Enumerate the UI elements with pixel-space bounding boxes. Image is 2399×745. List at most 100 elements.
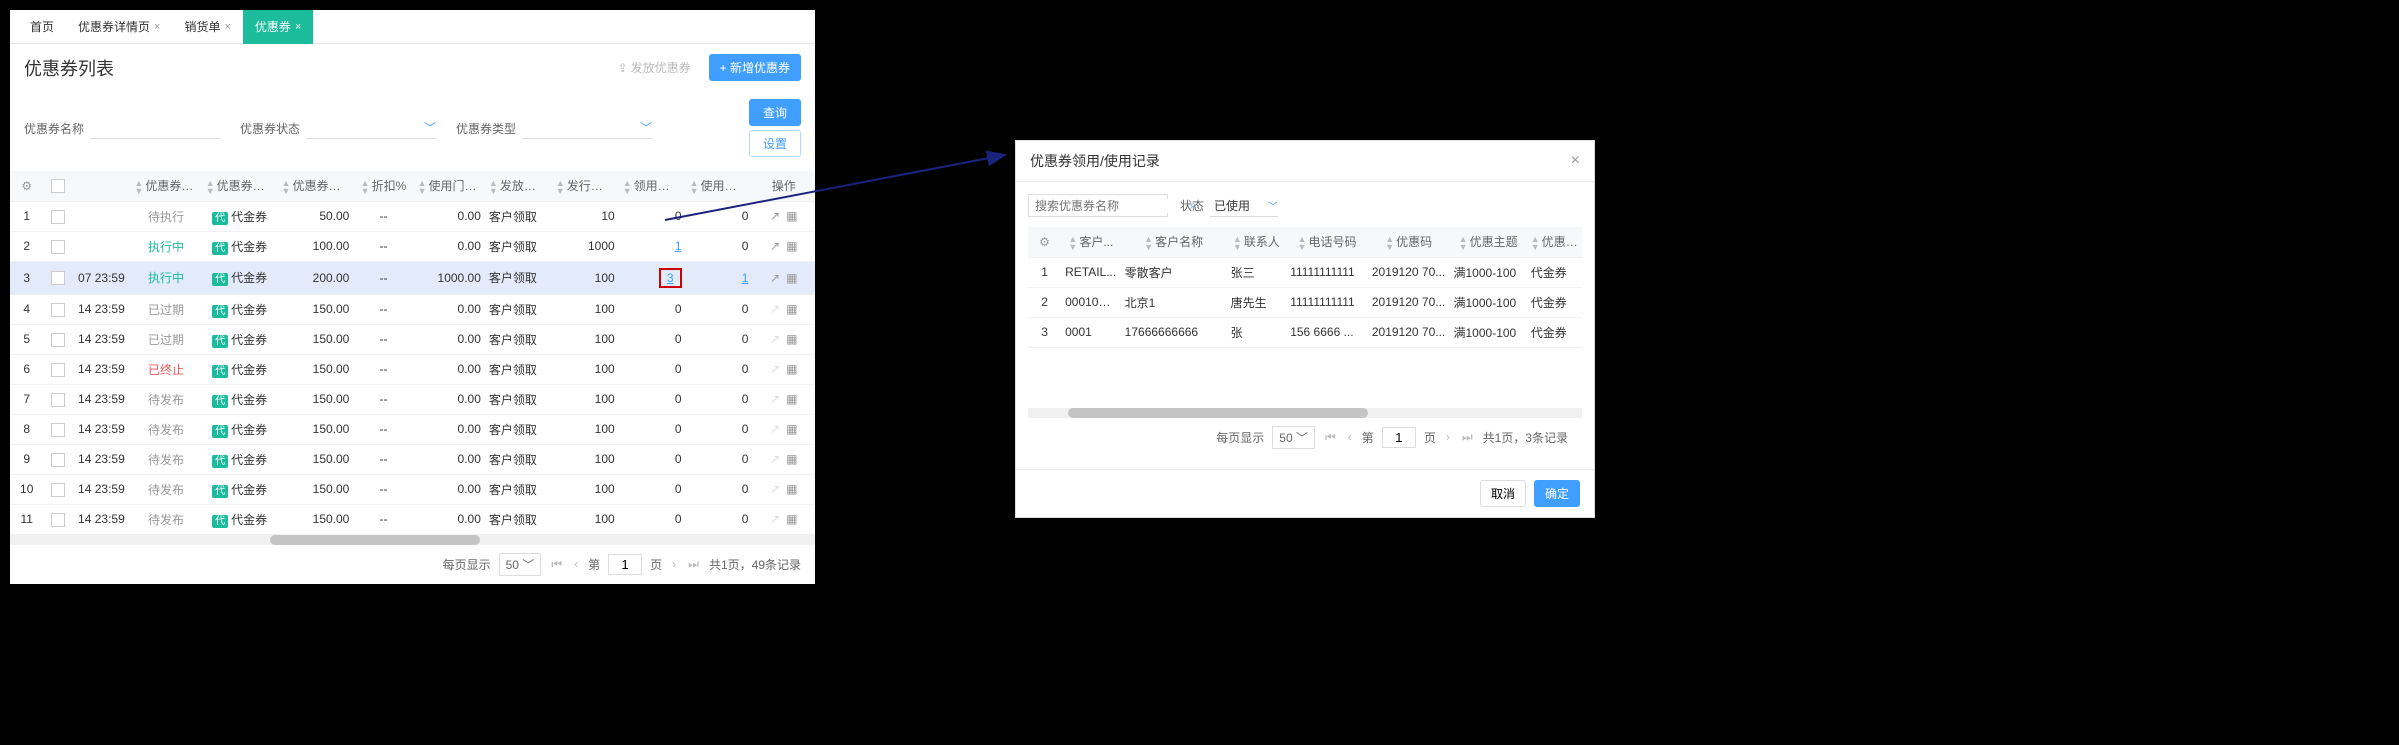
table-row[interactable]: 200010001北京1唐先生111111111112019120 70...满… <box>1028 287 1582 317</box>
dcol-5[interactable]: ▲▼优惠码 <box>1368 227 1450 257</box>
dcol-3[interactable]: ▲▼联系人 <box>1227 227 1287 257</box>
qrcode-icon[interactable]: ▦ <box>786 239 797 253</box>
table-row[interactable]: 714 23:59待发布代代金券150.00--0.00客户领取10000↗▦ <box>10 384 815 414</box>
close-icon[interactable]: × <box>1571 152 1580 170</box>
qrcode-icon[interactable]: ▦ <box>786 362 797 376</box>
distribute-coupon-button[interactable]: ⇪ 发放优惠券 <box>608 55 701 80</box>
close-icon[interactable]: × <box>224 21 230 33</box>
dcol-7[interactable]: ▲▼优惠券类 <box>1527 227 1582 257</box>
dialog-horizontal-scrollbar[interactable] <box>1028 408 1582 418</box>
per-page-select[interactable]: 50 ﹀ <box>499 553 542 576</box>
table-row[interactable]: 514 23:59已过期代代金券150.00--0.00客户领取10000↗▦ <box>10 324 815 354</box>
col-9[interactable]: ▲▼发行数量 <box>552 171 619 201</box>
table-row[interactable]: 1114 23:59待发布代代金券150.00--0.00客户领取10000↗▦ <box>10 504 815 534</box>
qrcode-icon[interactable]: ▦ <box>786 302 797 316</box>
row-checkbox[interactable] <box>51 363 65 377</box>
qrcode-icon[interactable]: ▦ <box>786 209 797 223</box>
close-icon[interactable]: × <box>154 21 160 33</box>
dialog-search-box[interactable]: ⌕ <box>1028 194 1168 217</box>
qrcode-icon[interactable]: ▦ <box>786 512 797 526</box>
tab-首页[interactable]: 首页 <box>18 10 66 44</box>
page-label-suf: 页 <box>1424 429 1436 446</box>
filter-type-select[interactable]: ﹀ <box>522 117 652 139</box>
row-checkbox[interactable] <box>51 240 65 254</box>
col-7[interactable]: ▲▼使用门槛... <box>414 171 485 201</box>
filter-name-input[interactable] <box>90 117 220 139</box>
dcol-4[interactable]: ▲▼电话号码 <box>1286 227 1368 257</box>
page-first-button[interactable]: ⏮ <box>549 557 564 572</box>
checkbox-column[interactable] <box>43 171 72 201</box>
dcol-2[interactable]: ▲▼客户名称 <box>1121 227 1227 257</box>
col-4[interactable]: ▲▼优惠券类型 <box>202 171 278 201</box>
page-first-button[interactable]: ⏮ <box>1323 430 1338 445</box>
table-row[interactable]: 1RETAIL...零散客户张三111111111112019120 70...… <box>1028 257 1582 287</box>
qrcode-icon[interactable]: ▦ <box>786 271 797 285</box>
qrcode-icon[interactable]: ▦ <box>786 392 797 406</box>
dcol-6[interactable]: ▲▼优惠主题 <box>1450 227 1527 257</box>
state-select[interactable]: 已使用 <box>1210 195 1278 217</box>
use-link[interactable]: 1 <box>742 271 749 285</box>
row-checkbox[interactable] <box>51 271 65 285</box>
open-icon[interactable]: ↗ <box>770 209 780 223</box>
row-checkbox[interactable] <box>51 423 65 437</box>
col-8[interactable]: ▲▼发放方式 <box>485 171 552 201</box>
tab-销货单[interactable]: 销货单× <box>172 10 242 44</box>
table-row[interactable]: 2执行中代代金券100.00--0.00客户领取100010↗▦ <box>10 231 815 261</box>
row-checkbox[interactable] <box>51 303 65 317</box>
row-checkbox[interactable] <box>51 210 65 224</box>
open-icon[interactable]: ↗ <box>770 239 780 253</box>
table-row[interactable]: 414 23:59已过期代代金券150.00--0.00客户领取10000↗▦ <box>10 294 815 324</box>
qrcode-icon[interactable]: ▦ <box>786 422 797 436</box>
tab-优惠券[interactable]: 优惠券× <box>243 10 313 44</box>
search-button[interactable]: 查询 <box>749 99 801 126</box>
page-input[interactable] <box>1382 427 1416 448</box>
col-6[interactable]: ▲▼折扣% <box>353 171 413 201</box>
open-icon: ↗ <box>770 362 780 376</box>
gear-column[interactable]: ⚙ <box>1028 227 1061 257</box>
page-prev-button[interactable]: ‹ <box>1346 430 1354 444</box>
table-row[interactable]: 307 23:59执行中代代金券200.00--1000.00客户领取10031… <box>10 261 815 294</box>
dialog-search-input[interactable] <box>1035 199 1190 213</box>
table-row[interactable]: 814 23:59待发布代代金券150.00--0.00客户领取10000↗▦ <box>10 414 815 444</box>
claim-link[interactable]: 1 <box>675 239 682 253</box>
per-page-select[interactable]: 50 ﹀ <box>1272 426 1315 449</box>
qrcode-icon[interactable]: ▦ <box>786 452 797 466</box>
filter-status-select[interactable]: ﹀ <box>306 117 436 139</box>
page-prev-button[interactable]: ‹ <box>572 557 580 571</box>
table-row[interactable]: 914 23:59待发布代代金券150.00--0.00客户领取10000↗▦ <box>10 444 815 474</box>
col-5[interactable]: ▲▼优惠券面值 <box>278 171 354 201</box>
row-checkbox[interactable] <box>51 393 65 407</box>
row-checkbox[interactable] <box>51 333 65 347</box>
horizontal-scrollbar[interactable] <box>10 535 815 545</box>
open-icon[interactable]: ↗ <box>770 271 780 285</box>
page-next-button[interactable]: › <box>1444 430 1452 444</box>
page-next-button[interactable]: › <box>670 557 678 571</box>
page-last-button[interactable]: ⏭ <box>686 557 701 572</box>
status-cell: 已终止 <box>130 354 201 384</box>
col-10[interactable]: ▲▼领用数量 <box>619 171 686 201</box>
add-coupon-button[interactable]: + 新增优惠券 <box>709 54 801 81</box>
settings-button[interactable]: 设置 <box>749 130 801 157</box>
gear-column[interactable]: ⚙ <box>10 171 43 201</box>
table-row[interactable]: 1014 23:59待发布代代金券150.00--0.00客户领取10000↗▦ <box>10 474 815 504</box>
type-cell: 代代金券 <box>202 474 278 504</box>
dcol-1[interactable]: ▲▼客户... <box>1061 227 1121 257</box>
qrcode-icon[interactable]: ▦ <box>786 332 797 346</box>
row-checkbox[interactable] <box>51 483 65 497</box>
page-last-button[interactable]: ⏭ <box>1460 430 1475 445</box>
page-input[interactable] <box>608 554 642 575</box>
confirm-button[interactable]: 确定 <box>1534 480 1580 507</box>
qrcode-icon[interactable]: ▦ <box>786 482 797 496</box>
col-11[interactable]: ▲▼使用数量 <box>686 171 753 201</box>
claim-link[interactable]: 3 <box>667 271 674 285</box>
row-checkbox[interactable] <box>51 513 65 527</box>
table-row[interactable]: 614 23:59已终止代代金券150.00--0.00客户领取10000↗▦ <box>10 354 815 384</box>
checkbox-all[interactable] <box>51 179 65 193</box>
close-icon[interactable]: × <box>295 21 301 33</box>
row-checkbox[interactable] <box>51 453 65 467</box>
tab-优惠券详情页[interactable]: 优惠券详情页× <box>66 10 172 44</box>
table-row[interactable]: 3000117666666666张156 6666 ...2019120 70.… <box>1028 317 1582 347</box>
table-row[interactable]: 1待执行代代金券50.00--0.00客户领取1000↗▦ <box>10 201 815 231</box>
cancel-button[interactable]: 取消 <box>1480 480 1526 507</box>
col-3[interactable]: ▲▼优惠券状态 <box>130 171 201 201</box>
